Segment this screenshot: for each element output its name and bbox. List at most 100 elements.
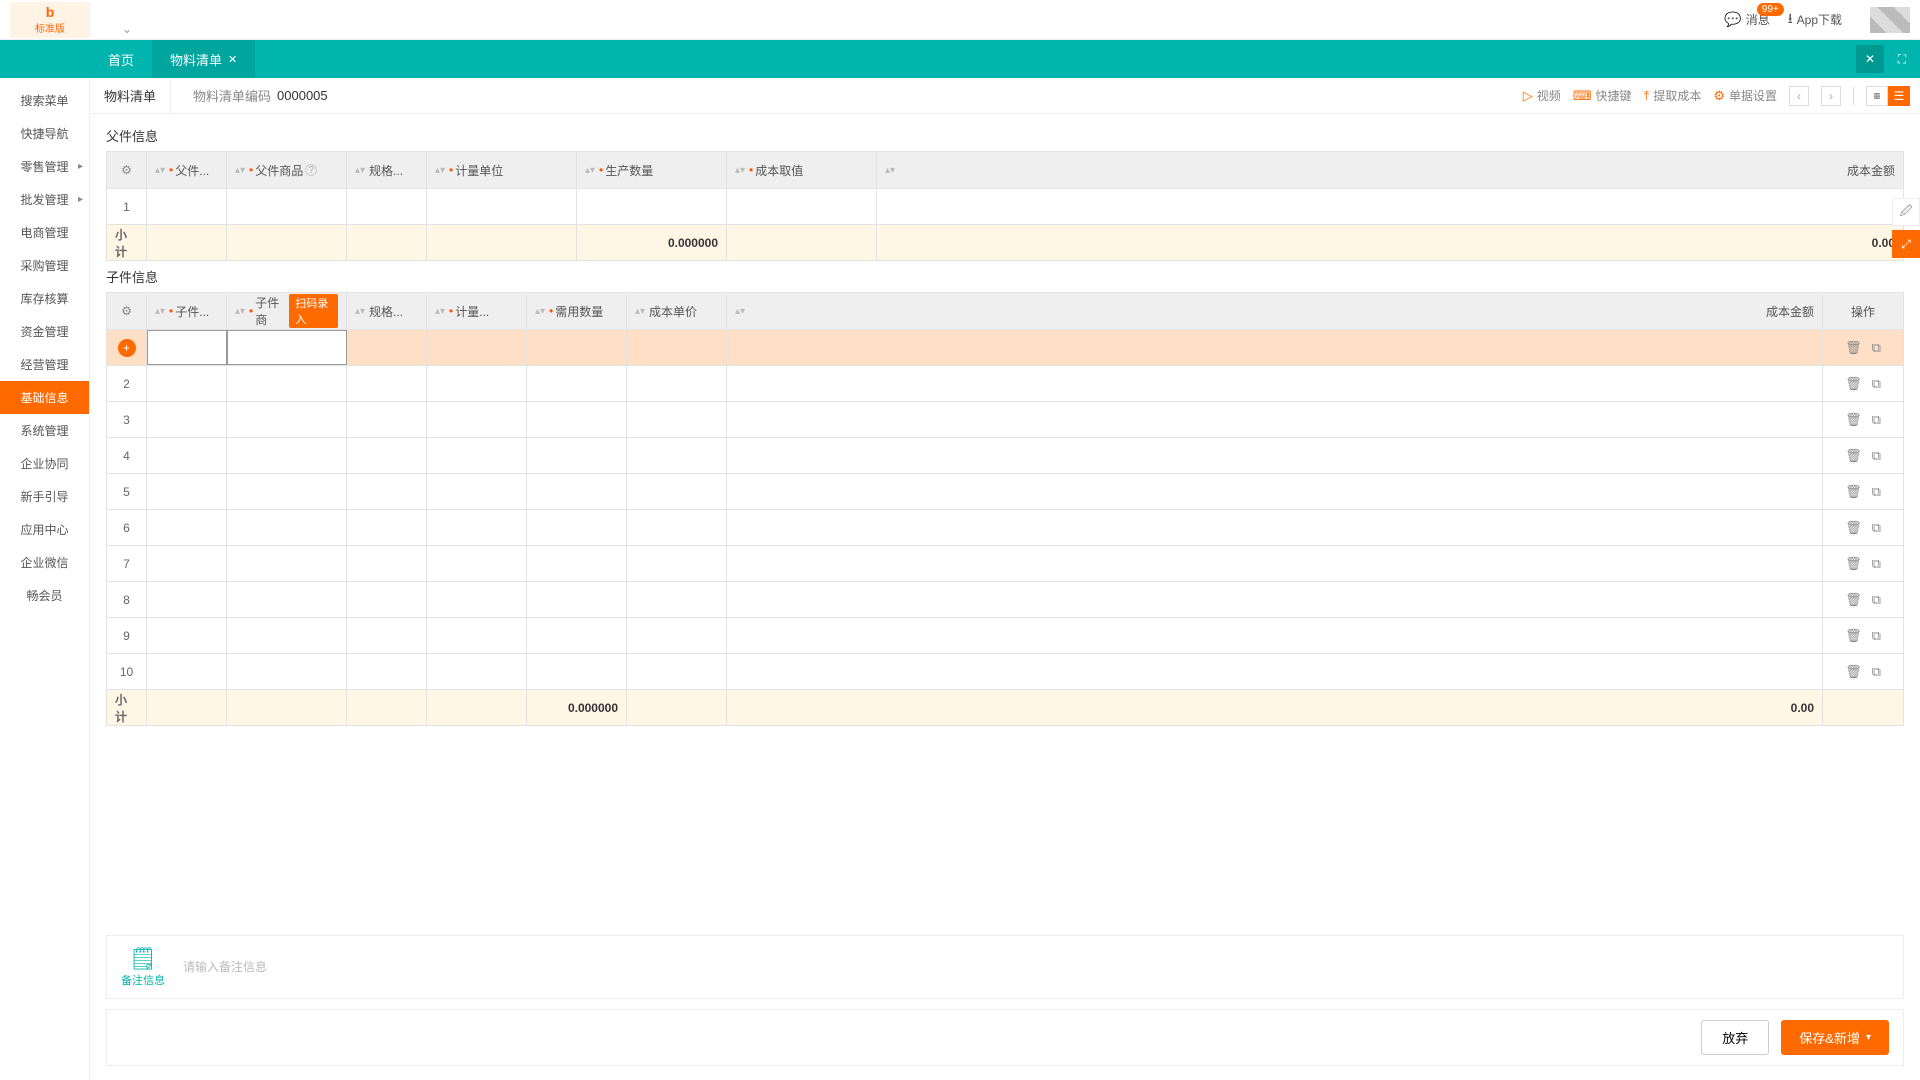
scan-input-badge[interactable]: 扫码录入	[289, 294, 338, 328]
cell-unit[interactable]	[427, 582, 527, 617]
cell-product[interactable]	[227, 366, 347, 401]
cell-price[interactable]	[627, 438, 727, 473]
sidebar-item-3[interactable]: 批发管理▸	[0, 183, 89, 216]
cell-unit[interactable]	[427, 618, 527, 653]
tab-bom[interactable]: 物料清单 ✕	[152, 40, 255, 78]
delete-row-icon[interactable]: 🗑	[1845, 628, 1862, 644]
sidebar-item-9[interactable]: 基础信息	[0, 381, 89, 414]
cell-price[interactable]	[627, 474, 727, 509]
cell-qty[interactable]	[527, 546, 627, 581]
copy-row-icon[interactable]: ⧉	[1872, 376, 1881, 392]
child-row[interactable]: 5🗑⧉	[107, 474, 1903, 510]
cell-amt[interactable]	[727, 618, 1823, 653]
help-icon[interactable]: ?	[305, 164, 317, 176]
copy-row-icon[interactable]: ⧉	[1872, 340, 1881, 356]
cell-amt[interactable]	[727, 582, 1823, 617]
action-extract-cost[interactable]: ⤒提取成本	[1644, 87, 1702, 104]
sidebar-item-15[interactable]: 畅会员	[0, 579, 89, 612]
sidebar-item-7[interactable]: 资金管理	[0, 315, 89, 348]
child-row[interactable]: 4🗑⧉	[107, 438, 1903, 474]
cell-unit[interactable]	[427, 366, 527, 401]
cell-amt[interactable]	[727, 510, 1823, 545]
cell-code[interactable]	[147, 402, 227, 437]
messages-button[interactable]: 💬 消息 99+	[1724, 11, 1769, 28]
child-row[interactable]: 2🗑⧉	[107, 366, 1903, 402]
sidebar-item-12[interactable]: 新手引导	[0, 480, 89, 513]
cell-qty[interactable]	[527, 366, 627, 401]
cell-unit[interactable]	[427, 546, 527, 581]
cell-product[interactable]	[227, 402, 347, 437]
copy-row-icon[interactable]: ⧉	[1872, 592, 1881, 608]
remark-input[interactable]	[179, 954, 1889, 980]
cell-spec[interactable]	[347, 474, 427, 509]
close-all-tabs-button[interactable]: ✕	[1856, 45, 1884, 73]
cell-amt[interactable]	[727, 366, 1823, 401]
delete-row-icon[interactable]: 🗑	[1845, 520, 1862, 536]
cell-price[interactable]	[627, 582, 727, 617]
child-col-amt[interactable]: ▴▾成本金额	[727, 293, 1823, 329]
expand-button[interactable]: ⤢	[1892, 230, 1920, 258]
copy-row-icon[interactable]: ⧉	[1872, 628, 1881, 644]
sidebar-item-14[interactable]: 企业微信	[0, 546, 89, 579]
sidebar-item-6[interactable]: 库存核算	[0, 282, 89, 315]
prev-doc-button[interactable]: ‹	[1789, 86, 1809, 106]
cell-qty[interactable]	[527, 510, 627, 545]
cell-unit[interactable]	[427, 438, 527, 473]
delete-row-icon[interactable]: 🗑	[1845, 592, 1862, 608]
cell-price[interactable]	[627, 546, 727, 581]
user-avatar[interactable]	[1870, 7, 1910, 33]
cell-qty[interactable]	[527, 474, 627, 509]
cell-price[interactable]	[627, 402, 727, 437]
child-row[interactable]: 9🗑⧉	[107, 618, 1903, 654]
cell-price[interactable]	[627, 654, 727, 689]
copy-row-icon[interactable]: ⧉	[1872, 448, 1881, 464]
child-row[interactable]: 10🗑⧉	[107, 654, 1903, 690]
copy-row-icon[interactable]: ⧉	[1872, 556, 1881, 572]
delete-row-icon[interactable]: 🗑	[1845, 448, 1862, 464]
sidebar-item-10[interactable]: 系统管理	[0, 414, 89, 447]
cell-unit[interactable]	[427, 654, 527, 689]
app-download-button[interactable]: ⭳ App下载	[1788, 8, 1842, 32]
copy-row-icon[interactable]: ⧉	[1872, 412, 1881, 428]
cell-code[interactable]	[147, 438, 227, 473]
cell-code[interactable]	[147, 654, 227, 689]
action-shortcut[interactable]: ⌨快捷键	[1573, 87, 1632, 104]
delete-row-icon[interactable]: 🗑	[1845, 484, 1862, 500]
cell-price[interactable]	[627, 330, 727, 365]
cell-amt[interactable]	[727, 438, 1823, 473]
cell-amt[interactable]	[727, 474, 1823, 509]
cell-code[interactable]	[147, 582, 227, 617]
parent-col-cost-src[interactable]: ▴▾•成本取值	[727, 152, 877, 188]
delete-row-icon[interactable]: 🗑	[1845, 556, 1862, 572]
cell-product[interactable]	[227, 438, 347, 473]
cell-amt[interactable]	[727, 546, 1823, 581]
cell-qty[interactable]	[527, 654, 627, 689]
child-col-code[interactable]: ▴▾•子件...	[147, 293, 227, 329]
tab-home[interactable]: 首页	[90, 40, 152, 78]
action-video[interactable]: ▷视频	[1523, 87, 1561, 104]
child-row[interactable]: +🗑⧉	[107, 330, 1903, 366]
child-col-gear[interactable]: ⚙	[107, 293, 147, 329]
delete-row-icon[interactable]: 🗑	[1845, 664, 1862, 680]
child-col-spec[interactable]: ▴▾规格...	[347, 293, 427, 329]
sidebar-item-4[interactable]: 电商管理	[0, 216, 89, 249]
cancel-button[interactable]: 放弃	[1701, 1020, 1769, 1055]
child-row[interactable]: 3🗑⧉	[107, 402, 1903, 438]
cell-code[interactable]	[147, 474, 227, 509]
sidebar-item-0[interactable]: 搜索菜单	[0, 84, 89, 117]
view-list-button[interactable]: ≡	[1866, 86, 1888, 106]
cell-code[interactable]	[147, 618, 227, 653]
cell-product[interactable]	[227, 474, 347, 509]
cell-product[interactable]	[227, 546, 347, 581]
sidebar-item-1[interactable]: 快捷导航	[0, 117, 89, 150]
cell-product[interactable]	[227, 654, 347, 689]
action-doc-settings[interactable]: ⚙单据设置	[1713, 87, 1777, 104]
child-row[interactable]: 7🗑⧉	[107, 546, 1903, 582]
parent-col-code[interactable]: ▴▾•父件...	[147, 152, 227, 188]
cell-price[interactable]	[627, 618, 727, 653]
sidebar-item-2[interactable]: 零售管理▸	[0, 150, 89, 183]
child-col-unit[interactable]: ▴▾•计量...	[427, 293, 527, 329]
cell-qty[interactable]	[527, 618, 627, 653]
cell-spec[interactable]	[347, 330, 427, 365]
cell-unit[interactable]	[427, 474, 527, 509]
